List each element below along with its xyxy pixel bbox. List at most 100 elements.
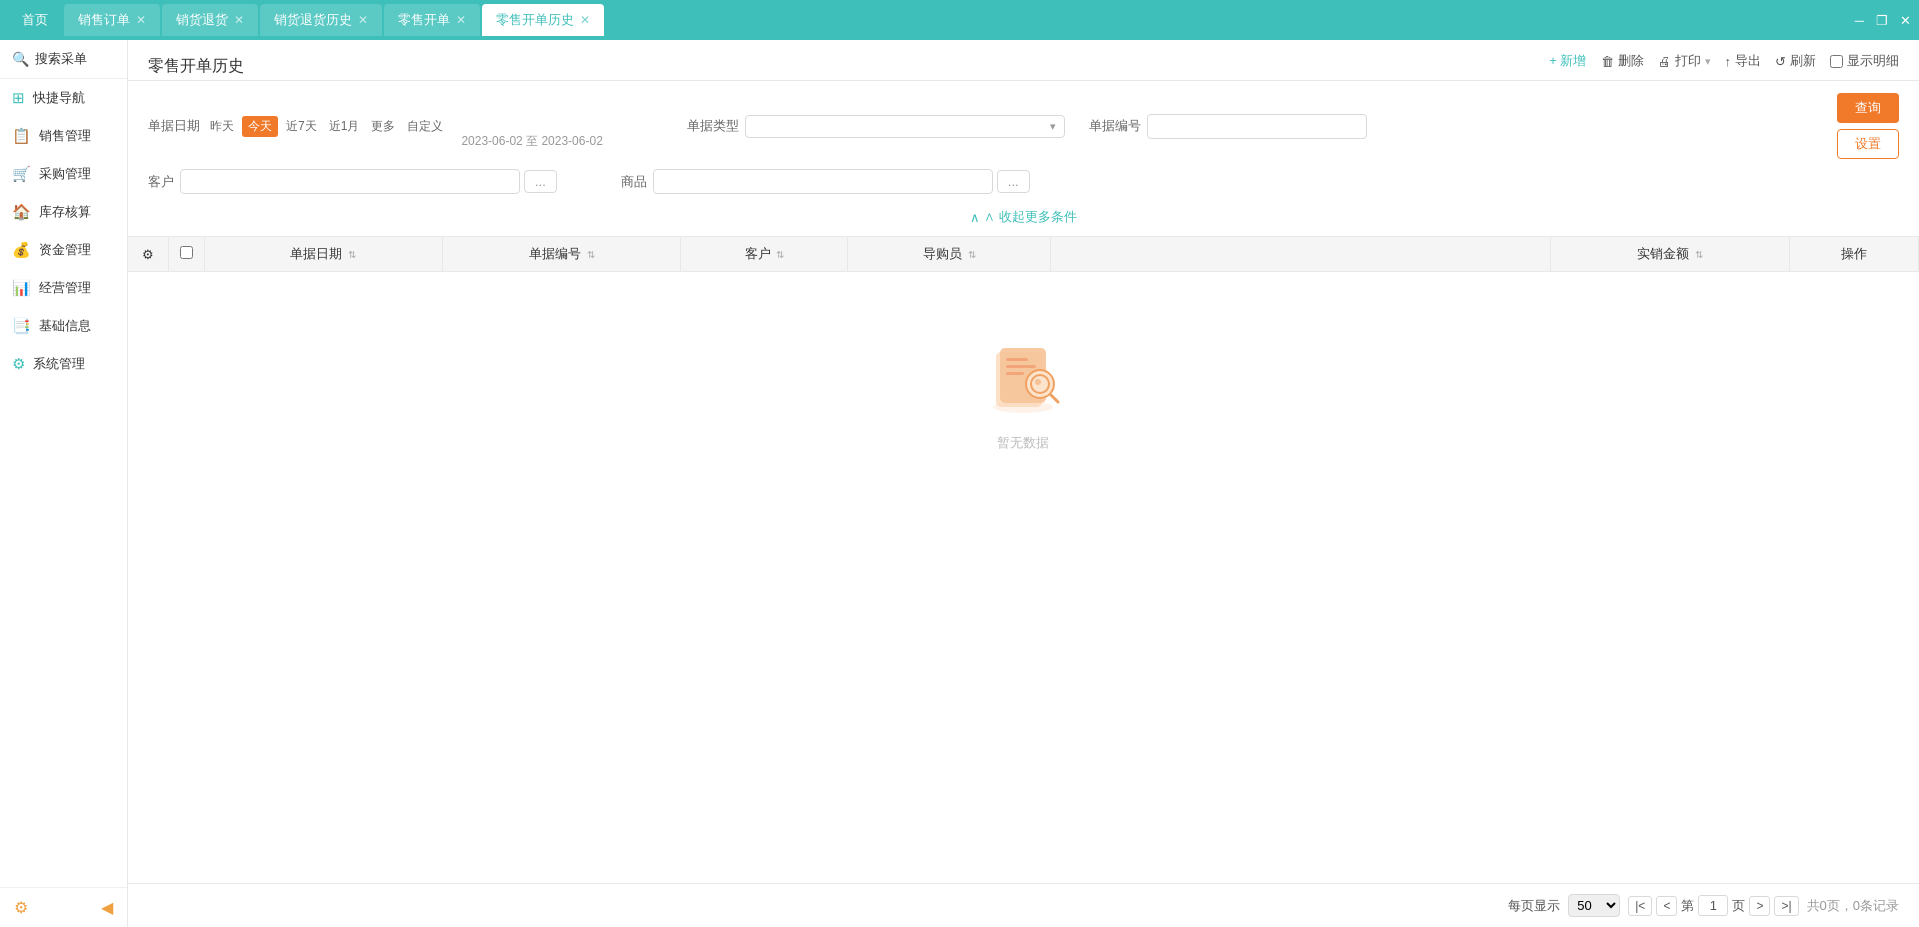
tab-retail-open-close[interactable]: ✕ — [456, 13, 466, 27]
customer-ellipsis-btn[interactable]: ... — [524, 170, 557, 193]
sidebar-settings-icon[interactable]: ⚙ — [14, 898, 28, 917]
minimize-btn[interactable]: ─ — [1855, 13, 1864, 28]
query-button[interactable]: 查询 — [1837, 93, 1899, 123]
sidebar-item-operation[interactable]: 📊 经营管理 — [0, 269, 127, 307]
th-amount[interactable]: 实销金额 ⇅ — [1551, 237, 1789, 272]
empty-state-cell: 暂无数据 — [128, 272, 1919, 493]
print-button[interactable]: 🖨 打印 ▾ — [1658, 52, 1711, 70]
sidebar-item-sales-mgmt[interactable]: 📋 销售管理 — [0, 117, 127, 155]
export-button[interactable]: ↑ 导出 — [1725, 52, 1762, 70]
product-label: 商品 — [621, 173, 647, 191]
sidebar-item-quick-nav[interactable]: ⊞ 快捷导航 — [0, 79, 127, 117]
th-doc-num[interactable]: 单据编号 ⇅ — [442, 237, 680, 272]
print-button-label: 打印 — [1675, 52, 1701, 70]
close-btn[interactable]: ✕ — [1900, 13, 1911, 28]
page-nav: |< < 第 1 页 > >| — [1628, 895, 1798, 916]
tab-sales-return-history-close[interactable]: ✕ — [358, 13, 368, 27]
delete-button[interactable]: 🗑 删除 — [1601, 52, 1644, 70]
sidebar-basic-info-label: 基础信息 — [39, 317, 91, 335]
doc-type-select[interactable]: ▾ — [745, 115, 1065, 138]
tab-retail-open[interactable]: 零售开单 ✕ — [384, 4, 480, 36]
sidebar-quick-nav-label: 快捷导航 — [33, 89, 85, 107]
display-detail-checkbox[interactable]: 显示明细 — [1830, 52, 1899, 70]
tab-home[interactable]: 首页 — [8, 4, 62, 36]
product-input[interactable] — [653, 169, 993, 194]
pagination: 每页显示 50 10 20 100 |< < 第 1 页 > >| 共0页，0条… — [128, 883, 1919, 927]
sidebar-item-inventory[interactable]: 🏠 库存核算 — [0, 193, 127, 231]
collapse-more-btn[interactable]: ∧ ∧ 收起更多条件 — [148, 204, 1899, 230]
date-btn-custom[interactable]: 自定义 — [403, 116, 447, 137]
product-input-group: ... — [653, 169, 1030, 194]
svg-point-9 — [1035, 379, 1041, 385]
th-date-sort-icon: ⇅ — [348, 249, 356, 260]
delete-icon: 🗑 — [1601, 54, 1614, 69]
date-range-display: 2023-06-02 至 2023-06-02 — [461, 133, 602, 150]
page-label: 第 — [1681, 897, 1694, 915]
date-btn-more[interactable]: 更多 — [367, 116, 399, 137]
th-guide[interactable]: 导购员 ⇅ — [848, 237, 1051, 272]
date-range-text: 2023-06-02 至 2023-06-02 — [461, 134, 602, 148]
tab-sales-return-close[interactable]: ✕ — [234, 13, 244, 27]
date-btn-7days[interactable]: 近7天 — [282, 116, 321, 137]
sidebar-search[interactable]: 🔍 搜索采单 — [0, 40, 127, 79]
data-table: ⚙ 单据日期 ⇅ 单据编号 ⇅ — [128, 237, 1919, 492]
sidebar-item-basic-info[interactable]: 📑 基础信息 — [0, 307, 127, 345]
th-doc-num-sort-icon: ⇅ — [587, 249, 595, 260]
tab-sales-order-label: 销售订单 — [78, 11, 130, 29]
prev-page-btn[interactable]: < — [1656, 896, 1677, 916]
th-date[interactable]: 单据日期 ⇅ — [204, 237, 442, 272]
refresh-button[interactable]: ↺ 刷新 — [1775, 52, 1816, 70]
per-page-label: 每页显示 — [1508, 897, 1560, 915]
customer-filter: 客户 ... — [148, 169, 557, 194]
current-page-display: 1 — [1698, 895, 1728, 916]
doc-num-input[interactable] — [1147, 114, 1367, 139]
tab-retail-history[interactable]: 零售开单历史 ✕ — [482, 4, 604, 36]
tab-sales-order[interactable]: 销售订单 ✕ — [64, 4, 160, 36]
product-ellipsis-btn[interactable]: ... — [997, 170, 1030, 193]
first-page-btn[interactable]: |< — [1628, 896, 1652, 916]
sidebar-collapse-icon[interactable]: ◀ — [101, 898, 113, 917]
query-set-buttons: 查询 设置 — [1837, 93, 1899, 159]
sidebar-search-label: 搜索采单 — [35, 50, 87, 68]
th-customer-sort-icon: ⇅ — [776, 249, 784, 260]
th-checkbox[interactable] — [168, 237, 204, 272]
th-customer[interactable]: 客户 ⇅ — [681, 237, 848, 272]
last-page-btn[interactable]: >| — [1774, 896, 1798, 916]
th-settings[interactable]: ⚙ — [128, 237, 168, 272]
select-all-checkbox[interactable] — [180, 246, 193, 259]
tab-sales-return[interactable]: 销货退货 ✕ — [162, 4, 258, 36]
th-date-label: 单据日期 — [290, 246, 342, 261]
per-page-select[interactable]: 50 10 20 100 — [1568, 894, 1620, 917]
date-btn-1month[interactable]: 近1月 — [325, 116, 364, 137]
sidebar-item-system-mgmt[interactable]: ⚙ 系统管理 — [0, 345, 127, 383]
set-button[interactable]: 设置 — [1837, 129, 1899, 159]
display-detail-label: 显示明细 — [1847, 52, 1899, 70]
tab-retail-open-label: 零售开单 — [398, 11, 450, 29]
page-suffix: 页 — [1732, 897, 1745, 915]
svg-line-8 — [1051, 395, 1058, 402]
date-filter: 单据日期 昨天 今天 近7天 近1月 更多 自定义 — [148, 116, 447, 137]
date-btn-today[interactable]: 今天 — [242, 116, 278, 137]
date-options-group: 昨天 今天 近7天 近1月 更多 自定义 — [206, 116, 447, 137]
date-filter-label: 单据日期 — [148, 117, 200, 135]
customer-input[interactable] — [180, 169, 520, 194]
svg-rect-4 — [1006, 365, 1036, 368]
sidebar-item-purchase-mgmt[interactable]: 🛒 采购管理 — [0, 155, 127, 193]
restore-btn[interactable]: ❐ — [1876, 13, 1888, 28]
tab-sales-order-close[interactable]: ✕ — [136, 13, 146, 27]
doc-num-label: 单据编号 — [1089, 117, 1141, 135]
print-dropdown-icon: ▾ — [1705, 55, 1711, 68]
add-button[interactable]: + 新增 — [1549, 52, 1586, 70]
next-page-btn[interactable]: > — [1749, 896, 1770, 916]
display-detail-input[interactable] — [1830, 55, 1843, 68]
tab-sales-return-history[interactable]: 销货退货历史 ✕ — [260, 4, 382, 36]
empty-state-text: 暂无数据 — [997, 434, 1049, 452]
date-btn-yesterday[interactable]: 昨天 — [206, 116, 238, 137]
tab-retail-history-close[interactable]: ✕ — [580, 13, 590, 27]
sidebar-sales-mgmt-label: 销售管理 — [39, 127, 91, 145]
empty-state-illustration — [978, 332, 1068, 422]
sidebar-item-finance[interactable]: 💰 资金管理 — [0, 231, 127, 269]
sidebar-bottom: ⚙ ◀ — [0, 887, 127, 927]
customer-input-group: ... — [180, 169, 557, 194]
delete-button-label: 删除 — [1618, 52, 1644, 70]
